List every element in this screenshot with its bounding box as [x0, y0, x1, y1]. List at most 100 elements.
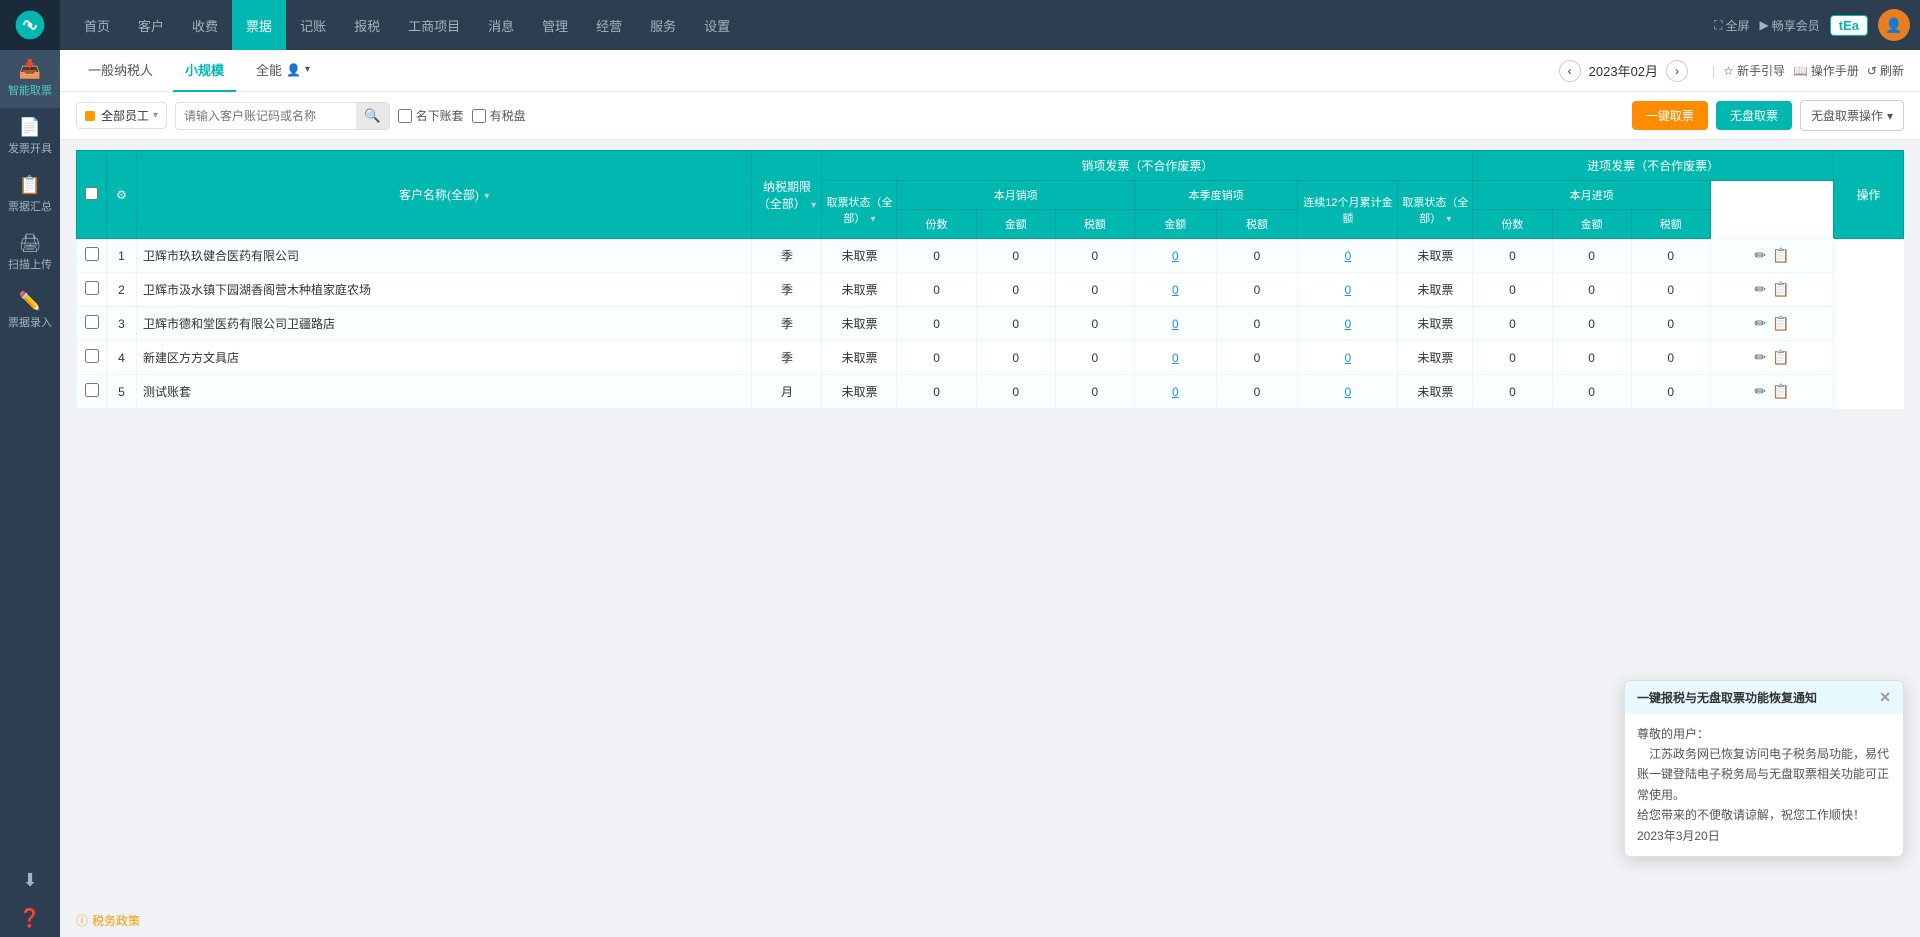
next-month-btn[interactable]: ›	[1666, 60, 1688, 82]
subscribed-checkbox[interactable]	[398, 109, 412, 123]
row-checkbox[interactable]	[77, 307, 107, 341]
row-fetch-status-sales: 未取票	[822, 239, 897, 273]
avatar[interactable]: 👤	[1878, 9, 1910, 41]
row-checkbox[interactable]	[77, 273, 107, 307]
fullscreen-btn[interactable]: ⛶ 全屏	[1714, 17, 1749, 34]
new-guide-btn[interactable]: ☆ 新手引导	[1723, 62, 1785, 79]
row-fetch-status-sales: 未取票	[822, 375, 897, 409]
row-qs-tax: 0	[1216, 239, 1298, 273]
subscribed-filter[interactable]: 名下账套	[398, 107, 464, 124]
nav-service[interactable]: 服务	[636, 0, 690, 50]
sidebar-item-label: 票据录入	[8, 314, 52, 330]
row-mp-amount: 0	[1552, 273, 1631, 307]
row-mp-tax: 0	[1631, 375, 1710, 409]
person-icon: 👤	[286, 63, 301, 77]
employee-filter[interactable]: 全部员工 ▾	[76, 102, 167, 129]
sidebar-item-download[interactable]: ⬇	[0, 861, 60, 899]
nav-settings[interactable]: 设置	[690, 0, 744, 50]
filter-icon[interactable]: ▾	[870, 214, 875, 225]
member-btn[interactable]: ▶ 畅享会员	[1760, 17, 1820, 34]
no-disk-ops-label: 无盘取票操作	[1811, 107, 1883, 124]
prev-month-btn[interactable]: ‹	[1559, 60, 1581, 82]
row-ms-tax: 0	[1055, 273, 1134, 307]
sidebar-item-invoice-summary[interactable]: 📋 票据汇总	[0, 166, 60, 224]
sidebar-item-help[interactable]: ❓	[0, 899, 60, 937]
row-ms-count: 0	[897, 341, 976, 375]
select-all-checkbox[interactable]	[85, 187, 98, 200]
tab-small-scale[interactable]: 小规模	[173, 50, 236, 92]
edit-icon[interactable]: ✏	[1754, 383, 1766, 400]
sidebar-item-scan-upload[interactable]: 🖨 扫描上传	[0, 224, 60, 282]
no-disk-fetch-btn[interactable]: 无盘取票	[1716, 101, 1792, 130]
detail-icon[interactable]: 📋	[1772, 383, 1789, 400]
edit-icon[interactable]: ✏	[1754, 247, 1766, 264]
notification-popup: 一键报税与无盘取票功能恢复通知 ✕ 尊敬的用户： 江苏政务网已恢复访问电子税务局…	[1624, 680, 1904, 857]
filter-icon[interactable]: ▾	[811, 200, 816, 211]
sidebar-item-data-entry[interactable]: ✏️ 票据录入	[0, 282, 60, 340]
nav-client[interactable]: 客户	[124, 0, 178, 50]
edit-icon[interactable]: ✏	[1754, 315, 1766, 332]
edit-icon[interactable]: ✏	[1754, 281, 1766, 298]
has-tax-checkbox[interactable]	[472, 109, 486, 123]
row-ms-amount: 0	[976, 239, 1055, 273]
sidebar-logo[interactable]	[0, 0, 60, 50]
nav-manage[interactable]: 管理	[528, 0, 582, 50]
tab-general-taxpayer[interactable]: 一般纳税人	[76, 50, 165, 92]
row-tax-period: 季	[752, 273, 822, 307]
th-quarterly-sales: 本季度销项	[1134, 181, 1297, 210]
detail-icon[interactable]: 📋	[1772, 349, 1789, 366]
one-click-fetch-btn[interactable]: 一键取票	[1632, 101, 1708, 130]
detail-icon[interactable]: 📋	[1772, 247, 1789, 264]
tea-badge[interactable]: tEa	[1830, 15, 1868, 36]
has-tax-filter[interactable]: 有税盘	[472, 107, 526, 124]
nav-operation[interactable]: 经营	[582, 0, 636, 50]
row-12month[interactable]: 0	[1298, 341, 1398, 375]
nav-home[interactable]: 首页	[70, 0, 124, 50]
refresh-btn[interactable]: ↺ 刷新	[1867, 62, 1904, 79]
filter-icon[interactable]: ▾	[484, 191, 489, 202]
row-qs-amount[interactable]: 0	[1134, 273, 1216, 307]
nav-invoice[interactable]: 票据	[232, 0, 286, 50]
notification-title: 一键报税与无盘取票功能恢复通知	[1637, 689, 1817, 706]
row-12month[interactable]: 0	[1298, 375, 1398, 409]
row-qs-amount[interactable]: 0	[1134, 307, 1216, 341]
notification-close-btn[interactable]: ✕	[1879, 689, 1891, 706]
row-qs-amount[interactable]: 0	[1134, 341, 1216, 375]
nav-tax[interactable]: 报税	[340, 0, 394, 50]
row-12month[interactable]: 0	[1298, 273, 1398, 307]
row-12month[interactable]: 0	[1298, 307, 1398, 341]
search-button[interactable]: 🔍	[356, 103, 389, 129]
row-qs-amount[interactable]: 0	[1134, 375, 1216, 409]
no-disk-ops-btn[interactable]: 无盘取票操作 ▾	[1800, 100, 1904, 131]
th-qs-tax: 税额	[1216, 210, 1298, 239]
fullscreen-label: 全屏	[1726, 17, 1750, 34]
search-input[interactable]	[176, 104, 356, 128]
sidebar-item-issue-invoice[interactable]: 📄 发票开具	[0, 108, 60, 166]
tax-policy-link[interactable]: 税务政策	[92, 912, 140, 929]
detail-icon[interactable]: 📋	[1772, 315, 1789, 332]
row-ms-tax: 0	[1055, 307, 1134, 341]
row-tax-period: 季	[752, 341, 822, 375]
data-entry-icon: ✏️	[19, 292, 41, 310]
tab-all[interactable]: 全能 👤 ▾	[244, 50, 322, 92]
row-12month[interactable]: 0	[1298, 239, 1398, 273]
row-qs-amount[interactable]: 0	[1134, 239, 1216, 273]
th-fetch-status-sales: 取票状态（全部） ▾	[822, 181, 897, 239]
row-fetch-status-sales: 未取票	[822, 273, 897, 307]
th-monthly-purchase: 本月进项	[1473, 181, 1710, 210]
row-checkbox[interactable]	[77, 239, 107, 273]
sidebar-item-smart-fetch[interactable]: 📥 智能取票	[0, 50, 60, 108]
scan-upload-icon: 🖨	[19, 234, 42, 252]
manual-btn[interactable]: 📖 操作手册	[1793, 62, 1859, 79]
row-checkbox[interactable]	[77, 341, 107, 375]
detail-icon[interactable]: 📋	[1772, 281, 1789, 298]
table-row: 2 卫辉市汲水镇下园湖香阁营木种植家庭农场 季 未取票 0 0 0 0 0 0 …	[77, 273, 1904, 307]
nav-message[interactable]: 消息	[474, 0, 528, 50]
tax-footer[interactable]: ⓘ 税务政策	[60, 904, 1920, 937]
row-checkbox[interactable]	[77, 375, 107, 409]
nav-account[interactable]: 记账	[286, 0, 340, 50]
nav-business[interactable]: 工商项目	[394, 0, 474, 50]
nav-billing[interactable]: 收费	[178, 0, 232, 50]
edit-icon[interactable]: ✏	[1754, 349, 1766, 366]
filter-icon[interactable]: ▾	[1446, 214, 1451, 225]
